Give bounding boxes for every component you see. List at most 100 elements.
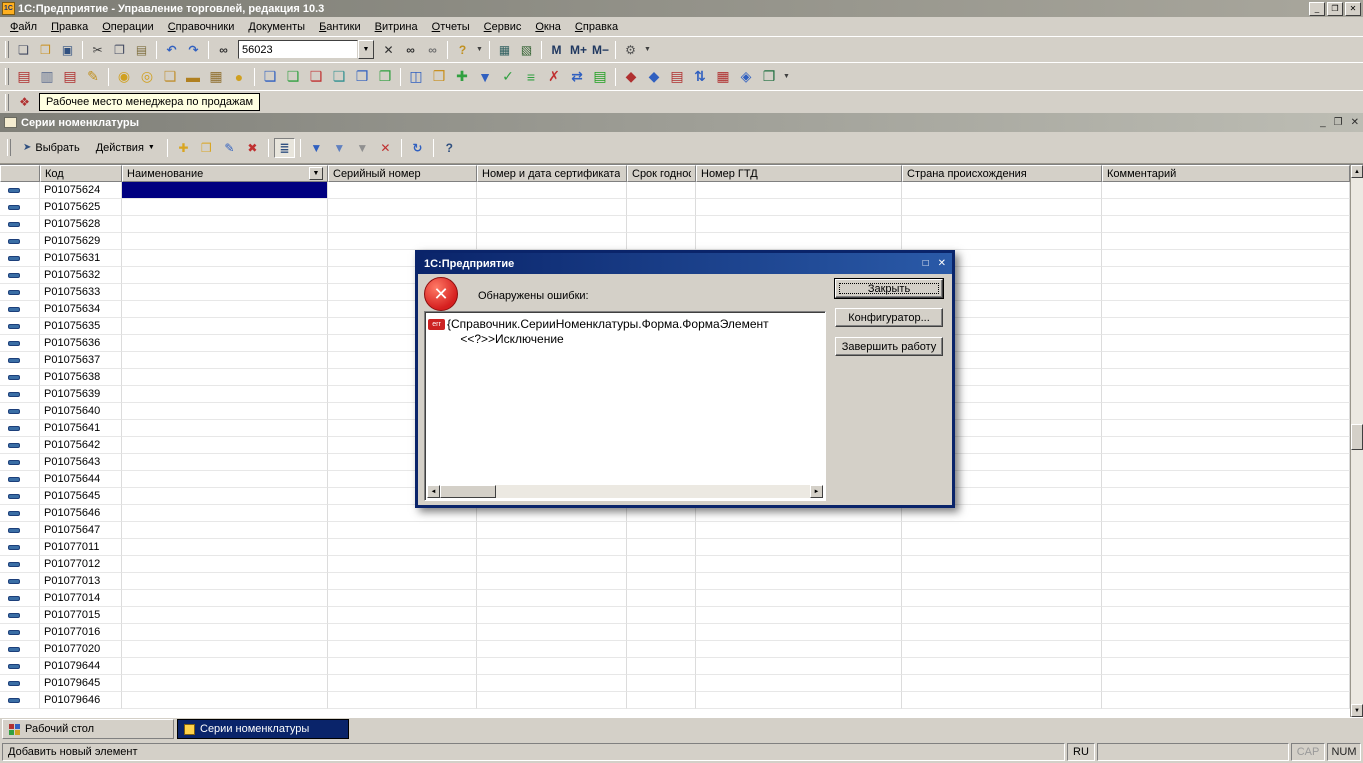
cell-code[interactable]: Р01077015 <box>40 607 122 624</box>
cell-expiry[interactable] <box>627 607 696 624</box>
cell-country[interactable] <box>902 573 1102 590</box>
find-next-icon[interactable]: ∞ <box>400 40 421 60</box>
sales-doc-icon[interactable]: ❏ <box>282 66 304 88</box>
toolbar-grip[interactable] <box>7 139 11 156</box>
receipt-doc-icon[interactable]: ❏ <box>259 66 281 88</box>
configurator-button[interactable]: Конфигуратор... <box>835 308 943 327</box>
cell-icon[interactable] <box>0 454 40 471</box>
cell-certificate[interactable] <box>477 556 627 573</box>
cell-comment[interactable] <box>1102 301 1350 318</box>
table-row[interactable]: Р01077013 <box>0 573 1350 590</box>
cell-code[interactable]: Р01075642 <box>40 437 122 454</box>
stock-report-icon[interactable]: ◆ <box>643 66 665 88</box>
cell-comment[interactable] <box>1102 403 1350 420</box>
disable-filter-icon[interactable]: ✕ <box>375 138 396 158</box>
column-header-certificate[interactable]: Номер и дата сертификата <box>477 165 627 182</box>
cell-gtd[interactable] <box>696 182 902 199</box>
cell-code[interactable]: Р01077020 <box>40 641 122 658</box>
cell-comment[interactable] <box>1102 335 1350 352</box>
find-icon[interactable]: ∞ <box>213 40 234 60</box>
cell-icon[interactable] <box>0 624 40 641</box>
quick-search-dropdown-button[interactable]: ▼ <box>358 40 374 59</box>
cell-gtd[interactable] <box>696 641 902 658</box>
cell-name[interactable] <box>122 505 328 522</box>
green-list-icon[interactable]: ▤ <box>589 66 611 88</box>
invoice-icon[interactable]: ❏ <box>159 66 181 88</box>
add-item-icon[interactable]: ✚ <box>173 138 194 158</box>
memory-recall-icon[interactable]: M <box>546 40 567 60</box>
toolbar-grip[interactable] <box>5 68 9 85</box>
cell-certificate[interactable] <box>477 522 627 539</box>
filter-history-icon[interactable]: ▼ <box>352 138 373 158</box>
cell-certificate[interactable] <box>477 675 627 692</box>
cell-icon[interactable] <box>0 420 40 437</box>
cell-icon[interactable] <box>0 658 40 675</box>
menu-item-2[interactable]: Правка <box>44 19 95 35</box>
show-list-icon[interactable]: ▦ <box>494 40 515 60</box>
ledger-icon[interactable]: ▦ <box>205 66 227 88</box>
approve-doc-icon[interactable]: ✓ <box>497 66 519 88</box>
cell-serial[interactable] <box>328 675 477 692</box>
cell-name[interactable] <box>122 403 328 420</box>
toolbar-grip[interactable] <box>5 41 9 58</box>
cell-country[interactable] <box>902 607 1102 624</box>
column-header-expiry[interactable]: Срок годнос... <box>627 165 696 182</box>
orders-report-icon[interactable]: ▦ <box>712 66 734 88</box>
cell-name[interactable] <box>122 267 328 284</box>
close-button[interactable]: ✕ <box>1345 1 1361 16</box>
save-document-icon[interactable]: ▣ <box>57 40 78 60</box>
settings-dropdown-icon[interactable]: ▼ <box>642 40 653 60</box>
dialog-horizontal-scrollbar[interactable]: ◄ ► <box>427 485 823 498</box>
menu-item-5[interactable]: Документы <box>241 19 312 35</box>
quick-search-input[interactable] <box>238 40 358 59</box>
cell-gtd[interactable] <box>696 607 902 624</box>
cell-comment[interactable] <box>1102 505 1350 522</box>
cell-icon[interactable] <box>0 403 40 420</box>
menu-item-6[interactable]: Бантики <box>312 19 368 35</box>
menu-item-4[interactable]: Справочники <box>161 19 242 35</box>
cell-comment[interactable] <box>1102 641 1350 658</box>
cell-name[interactable] <box>122 216 328 233</box>
refresh-icon[interactable]: ↻ <box>407 138 428 158</box>
cell-icon[interactable] <box>0 386 40 403</box>
new-doc-icon[interactable]: ✚ <box>451 66 473 88</box>
dialog-scrollbar-track[interactable] <box>440 485 810 498</box>
new-document-icon[interactable]: ❏ <box>13 40 34 60</box>
cell-name[interactable] <box>122 233 328 250</box>
cell-comment[interactable] <box>1102 437 1350 454</box>
cell-gtd[interactable] <box>696 624 902 641</box>
table-row[interactable]: Р01077011 <box>0 539 1350 556</box>
cell-serial[interactable] <box>328 216 477 233</box>
cell-certificate[interactable] <box>477 182 627 199</box>
cell-code[interactable]: Р01075639 <box>40 386 122 403</box>
docs-filter-icon[interactable]: ▼ <box>474 66 496 88</box>
copy-icon[interactable]: ❐ <box>109 40 130 60</box>
invoice-doc-icon[interactable]: ❐ <box>374 66 396 88</box>
cell-name[interactable] <box>122 420 328 437</box>
cell-comment[interactable] <box>1102 284 1350 301</box>
cell-expiry[interactable] <box>627 624 696 641</box>
list-view-icon[interactable]: ≡ <box>520 66 542 88</box>
cell-certificate[interactable] <box>477 641 627 658</box>
cell-name[interactable] <box>122 471 328 488</box>
cancel-doc-icon[interactable]: ✗ <box>543 66 565 88</box>
cell-code[interactable]: Р01075647 <box>40 522 122 539</box>
cell-serial[interactable] <box>328 573 477 590</box>
cell-serial[interactable] <box>328 233 477 250</box>
column-header-comment[interactable]: Комментарий <box>1102 165 1350 182</box>
cell-name[interactable] <box>122 607 328 624</box>
undo-icon[interactable]: ↶ <box>161 40 182 60</box>
cell-name[interactable] <box>122 454 328 471</box>
cell-name[interactable] <box>122 624 328 641</box>
cell-code[interactable]: Р01075628 <box>40 216 122 233</box>
column-header-serial[interactable]: Серийный номер <box>328 165 477 182</box>
cell-name[interactable] <box>122 369 328 386</box>
cell-expiry[interactable] <box>627 199 696 216</box>
cell-country[interactable] <box>902 658 1102 675</box>
cell-name[interactable] <box>122 250 328 267</box>
counterparties-icon[interactable]: ◫ <box>405 66 427 88</box>
sales-ledger-icon[interactable]: ▤ <box>13 66 35 88</box>
cell-expiry[interactable] <box>627 216 696 233</box>
column-header-name[interactable]: Наименование ▼ <box>122 165 328 182</box>
cell-code[interactable]: Р01077013 <box>40 573 122 590</box>
